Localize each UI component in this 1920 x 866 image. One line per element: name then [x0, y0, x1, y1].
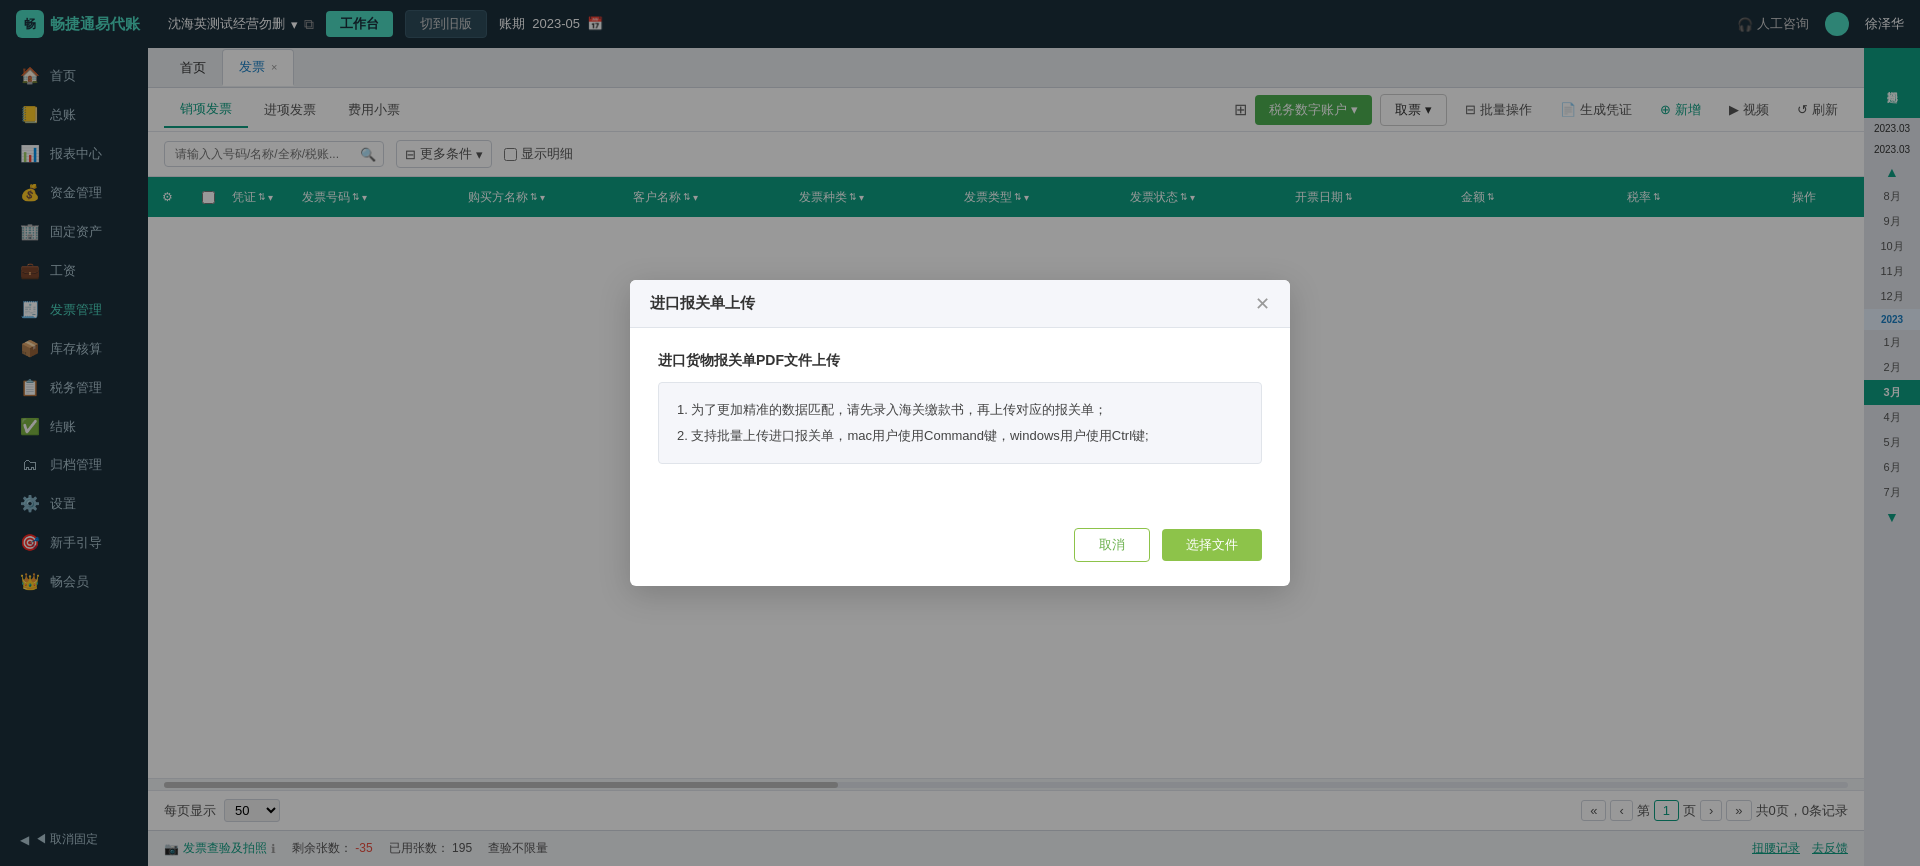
- modal-cancel-button[interactable]: 取消: [1074, 528, 1150, 562]
- modal-title: 进口报关单上传: [650, 294, 755, 313]
- modal-footer: 取消 选择文件: [630, 512, 1290, 586]
- modal-close-button[interactable]: ✕: [1255, 295, 1270, 313]
- modal-body: 进口货物报关单PDF文件上传 1. 为了更加精准的数据匹配，请先录入海关缴款书，…: [630, 328, 1290, 512]
- modal-info-box: 1. 为了更加精准的数据匹配，请先录入海关缴款书，再上传对应的报关单； 2. 支…: [658, 382, 1262, 464]
- modal-header: 进口报关单上传 ✕: [630, 280, 1290, 328]
- modal-section-title: 进口货物报关单PDF文件上传: [658, 352, 1262, 370]
- modal-info-item-1: 1. 为了更加精准的数据匹配，请先录入海关缴款书，再上传对应的报关单；: [677, 397, 1243, 423]
- modal-overlay: 进口报关单上传 ✕ 进口货物报关单PDF文件上传 1. 为了更加精准的数据匹配，…: [0, 0, 1920, 866]
- modal-confirm-button[interactable]: 选择文件: [1162, 529, 1262, 561]
- modal-info-item-2: 2. 支持批量上传进口报关单，mac用户使用Command键，windows用户…: [677, 423, 1243, 449]
- modal-dialog: 进口报关单上传 ✕ 进口货物报关单PDF文件上传 1. 为了更加精准的数据匹配，…: [630, 280, 1290, 586]
